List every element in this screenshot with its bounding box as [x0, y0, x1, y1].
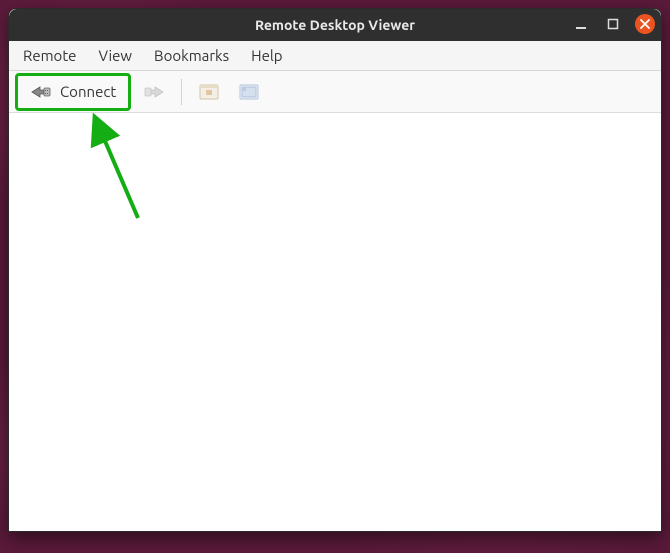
- disconnect-icon: [143, 83, 165, 101]
- menu-view[interactable]: View: [88, 43, 142, 68]
- minimize-icon: [575, 18, 587, 30]
- fullscreen-icon: [199, 84, 219, 100]
- connect-highlight: Connect: [15, 73, 131, 111]
- fullscreen-button: [192, 75, 226, 109]
- connect-icon: [30, 83, 52, 101]
- connect-button[interactable]: Connect: [22, 75, 124, 109]
- screenshot-button: [232, 75, 266, 109]
- close-button[interactable]: [635, 14, 655, 34]
- menu-help[interactable]: Help: [241, 43, 292, 68]
- window-title: Remote Desktop Viewer: [255, 17, 415, 33]
- menu-bookmarks[interactable]: Bookmarks: [144, 43, 239, 68]
- close-icon: [640, 19, 650, 29]
- toolbar-separator: [181, 79, 182, 105]
- titlebar: Remote Desktop Viewer: [9, 9, 661, 41]
- maximize-icon: [607, 18, 619, 30]
- connect-label: Connect: [60, 83, 116, 100]
- content-area: [9, 113, 661, 531]
- toolbar: Connect: [9, 71, 661, 113]
- menubar: Remote View Bookmarks Help: [9, 41, 661, 71]
- minimize-button[interactable]: [571, 14, 591, 34]
- maximize-button[interactable]: [603, 14, 623, 34]
- menu-remote[interactable]: Remote: [13, 43, 86, 68]
- app-window: Remote Desktop Viewer Remote View Bookma…: [8, 8, 662, 532]
- screenshot-icon: [239, 84, 259, 100]
- window-controls: [571, 14, 655, 34]
- disconnect-button: [137, 75, 171, 109]
